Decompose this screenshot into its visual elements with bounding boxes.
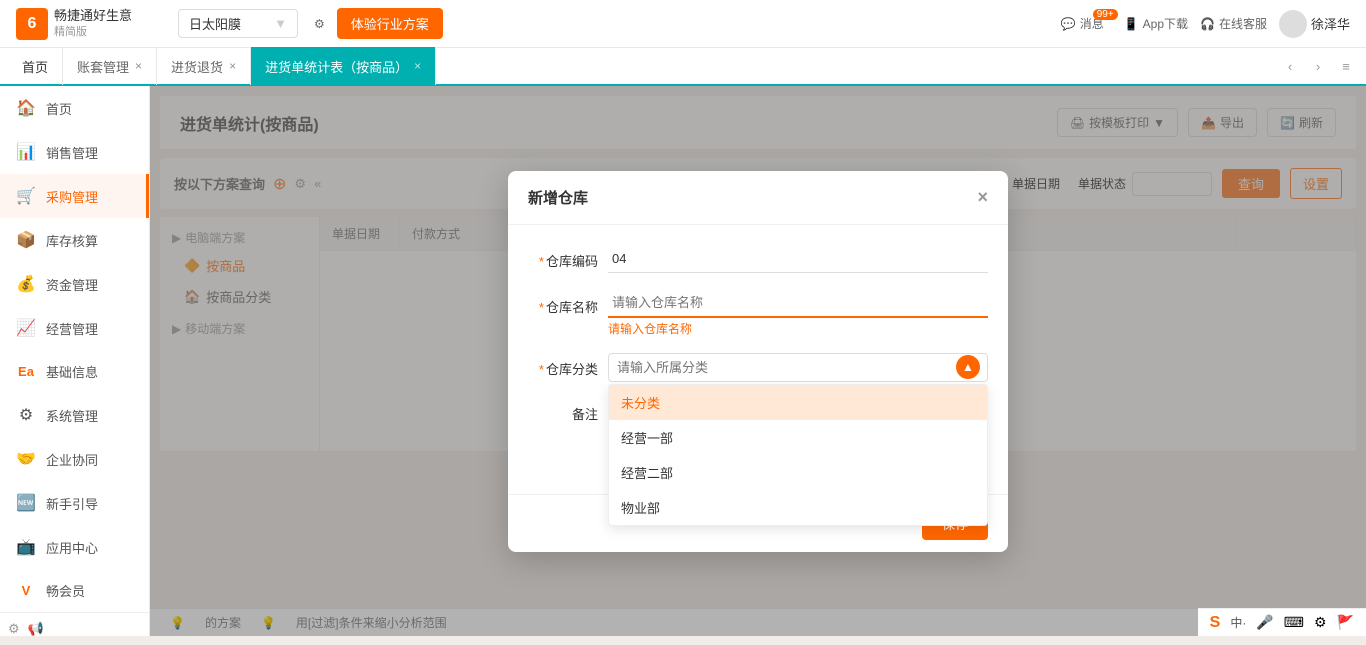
tab-bar: 首页 账套管理 × 进货退货 × 进货单统计表（按商品） × ‹ › ≡ bbox=[0, 48, 1366, 86]
store-selector[interactable]: 日太阳膜 ▼ bbox=[178, 9, 298, 38]
content-area: 进货单统计(按商品) 🖨 按模板打印 ▼ 📤 导出 🔄 刷新 bbox=[150, 86, 1366, 636]
warehouse-code-label: 仓库编码 bbox=[528, 245, 608, 270]
settings-icon2[interactable]: ⚙ bbox=[1314, 614, 1327, 631]
apps-icon: 📺 bbox=[16, 537, 36, 557]
flag-icon[interactable]: 🚩 bbox=[1337, 614, 1354, 631]
tab-right-controls: ‹ › ≡ bbox=[1278, 54, 1366, 78]
dialog-body: 仓库编码 仓库名称 请输入仓库名称 bbox=[508, 225, 1008, 494]
warehouse-code-input[interactable] bbox=[608, 245, 988, 273]
tab-accounts-close[interactable]: × bbox=[135, 59, 142, 73]
settings-bottom-icon[interactable]: ⚙ bbox=[8, 621, 20, 637]
warehouse-code-row: 仓库编码 bbox=[528, 245, 988, 273]
s-logo: S bbox=[1210, 614, 1221, 632]
sidebar-bottom: ⚙ 📢 bbox=[0, 612, 149, 645]
inventory-icon: 📦 bbox=[16, 230, 36, 250]
sales-icon: 📊 bbox=[16, 142, 36, 162]
select-arrow-btn[interactable]: ▲ bbox=[956, 355, 980, 379]
sidebar-item-capital[interactable]: 💰 资金管理 bbox=[0, 262, 149, 306]
warehouse-name-label: 仓库名称 bbox=[528, 291, 608, 316]
sidebar-item-guide[interactable]: 🆕 新手引导 bbox=[0, 481, 149, 525]
online-service-btn[interactable]: 🎧 在线客服 bbox=[1200, 15, 1267, 32]
top-actions: 💬 消息 99+ 📱 App下载 🎧 在线客服 徐泽华 bbox=[1053, 10, 1350, 38]
app-logo: 6 bbox=[16, 8, 48, 40]
purchase-icon: 🛒 bbox=[16, 186, 36, 206]
settings-btn[interactable]: ⚙ bbox=[314, 17, 325, 31]
tab-prev-btn[interactable]: ‹ bbox=[1278, 54, 1302, 78]
trial-button[interactable]: 体验行业方案 bbox=[337, 8, 443, 39]
warehouse-name-error: 请输入仓库名称 bbox=[608, 320, 988, 337]
new-warehouse-dialog: 新增仓库 × 仓库编码 仓库名称 bbox=[508, 171, 1008, 552]
sidebar-item-enterprise[interactable]: 🤝 企业协同 bbox=[0, 437, 149, 481]
app-download-btn[interactable]: 📱 App下载 bbox=[1124, 15, 1188, 32]
message-icon: 💬 bbox=[1061, 17, 1076, 31]
sidebar-item-inventory[interactable]: 📦 库存核算 bbox=[0, 218, 149, 262]
main-layout: 🏠 首页 📊 销售管理 🛒 采购管理 📦 库存核算 💰 资金管理 📈 经营管理 … bbox=[0, 86, 1366, 636]
sidebar-item-basic[interactable]: Ea 基础信息 bbox=[0, 350, 149, 393]
basic-info-icon: Ea bbox=[16, 364, 36, 379]
sidebar-item-operations[interactable]: 📈 经营管理 bbox=[0, 306, 149, 350]
message-btn[interactable]: 💬 消息 99+ bbox=[1053, 15, 1112, 32]
home-tab-label: 首页 bbox=[22, 57, 48, 76]
enterprise-icon: 🤝 bbox=[16, 449, 36, 469]
warehouse-type-input[interactable] bbox=[608, 353, 988, 382]
brand-text: 畅捷通好生意 精简版 bbox=[54, 8, 132, 40]
sidebar-item-apps[interactable]: 📺 应用中心 bbox=[0, 525, 149, 569]
top-header: 6 畅捷通好生意 精简版 日太阳膜 ▼ ⚙ 体验行业方案 💬 消息 99+ 📱 … bbox=[0, 0, 1366, 48]
guide-icon: 🆕 bbox=[16, 493, 36, 513]
capital-icon: 💰 bbox=[16, 274, 36, 294]
dropdown-item-ops1[interactable]: 经营一部 bbox=[609, 420, 987, 455]
member-icon: V bbox=[16, 583, 36, 598]
system-icon: ⚙ bbox=[16, 405, 36, 425]
warehouse-name-input[interactable] bbox=[608, 289, 988, 318]
tab-returns-close[interactable]: × bbox=[229, 59, 236, 73]
dropdown-item-property[interactable]: 物业部 bbox=[609, 490, 987, 525]
modal-overlay: 新增仓库 × 仓库编码 仓库名称 bbox=[150, 86, 1366, 636]
logo-area: 6 畅捷通好生意 精简版 bbox=[16, 8, 166, 40]
sidebar-item-purchase[interactable]: 🛒 采购管理 bbox=[0, 174, 149, 218]
dialog-title: 新增仓库 bbox=[528, 187, 588, 208]
warehouse-type-dropdown: 未分类 经营一部 经营二部 物业部 bbox=[608, 384, 988, 526]
sidebar-item-home[interactable]: 🏠 首页 bbox=[0, 86, 149, 130]
sidebar-item-member[interactable]: V 畅会员 bbox=[0, 569, 149, 612]
phone-icon: 📱 bbox=[1124, 17, 1139, 31]
home-icon: 🏠 bbox=[16, 98, 36, 118]
global-bottom-bar: S 中· 🎤 ⌨ ⚙ 🚩 bbox=[1198, 608, 1366, 636]
mic-icon[interactable]: 🎤 bbox=[1256, 614, 1273, 631]
warehouse-type-select-wrap: ▲ 未分类 经营一部 经营二部 物业部 bbox=[608, 353, 988, 382]
tab-purchase-stats-close[interactable]: × bbox=[414, 59, 421, 73]
avatar bbox=[1279, 10, 1307, 38]
sidebar-item-sales[interactable]: 📊 销售管理 bbox=[0, 130, 149, 174]
speaker-icon[interactable]: 📢 bbox=[28, 621, 44, 637]
dropdown-item-uncategorized[interactable]: 未分类 bbox=[609, 385, 987, 420]
warehouse-name-row: 仓库名称 请输入仓库名称 bbox=[528, 289, 988, 337]
store-dropdown-icon: ▼ bbox=[274, 16, 287, 31]
sidebar: 🏠 首页 📊 销售管理 🛒 采购管理 📦 库存核算 💰 资金管理 📈 经营管理 … bbox=[0, 86, 150, 636]
dropdown-item-ops2[interactable]: 经营二部 bbox=[609, 455, 987, 490]
zh-icon: 中· bbox=[1230, 614, 1246, 631]
dialog-header: 新增仓库 × bbox=[508, 171, 1008, 225]
keyboard-icon[interactable]: ⌨ bbox=[1284, 614, 1304, 631]
user-area[interactable]: 徐泽华 bbox=[1279, 10, 1350, 38]
headset-icon: 🎧 bbox=[1200, 17, 1215, 31]
notes-label: 备注 bbox=[528, 398, 608, 423]
warehouse-type-row: 仓库分类 ▲ 未分类 经营一部 经营二部 物业部 bbox=[528, 353, 988, 382]
tab-next-btn[interactable]: › bbox=[1306, 54, 1330, 78]
warehouse-type-label: 仓库分类 bbox=[528, 353, 608, 378]
dialog-close-btn[interactable]: × bbox=[977, 188, 988, 206]
tab-menu-btn[interactable]: ≡ bbox=[1334, 54, 1358, 78]
sidebar-item-system[interactable]: ⚙ 系统管理 bbox=[0, 393, 149, 437]
tab-purchase-stats[interactable]: 进货单统计表（按商品） × bbox=[251, 47, 436, 85]
tab-accounts[interactable]: 账套管理 × bbox=[63, 47, 157, 85]
operations-icon: 📈 bbox=[16, 318, 36, 338]
tab-returns[interactable]: 进货退货 × bbox=[157, 47, 251, 85]
tab-home[interactable]: 首页 bbox=[8, 47, 63, 85]
